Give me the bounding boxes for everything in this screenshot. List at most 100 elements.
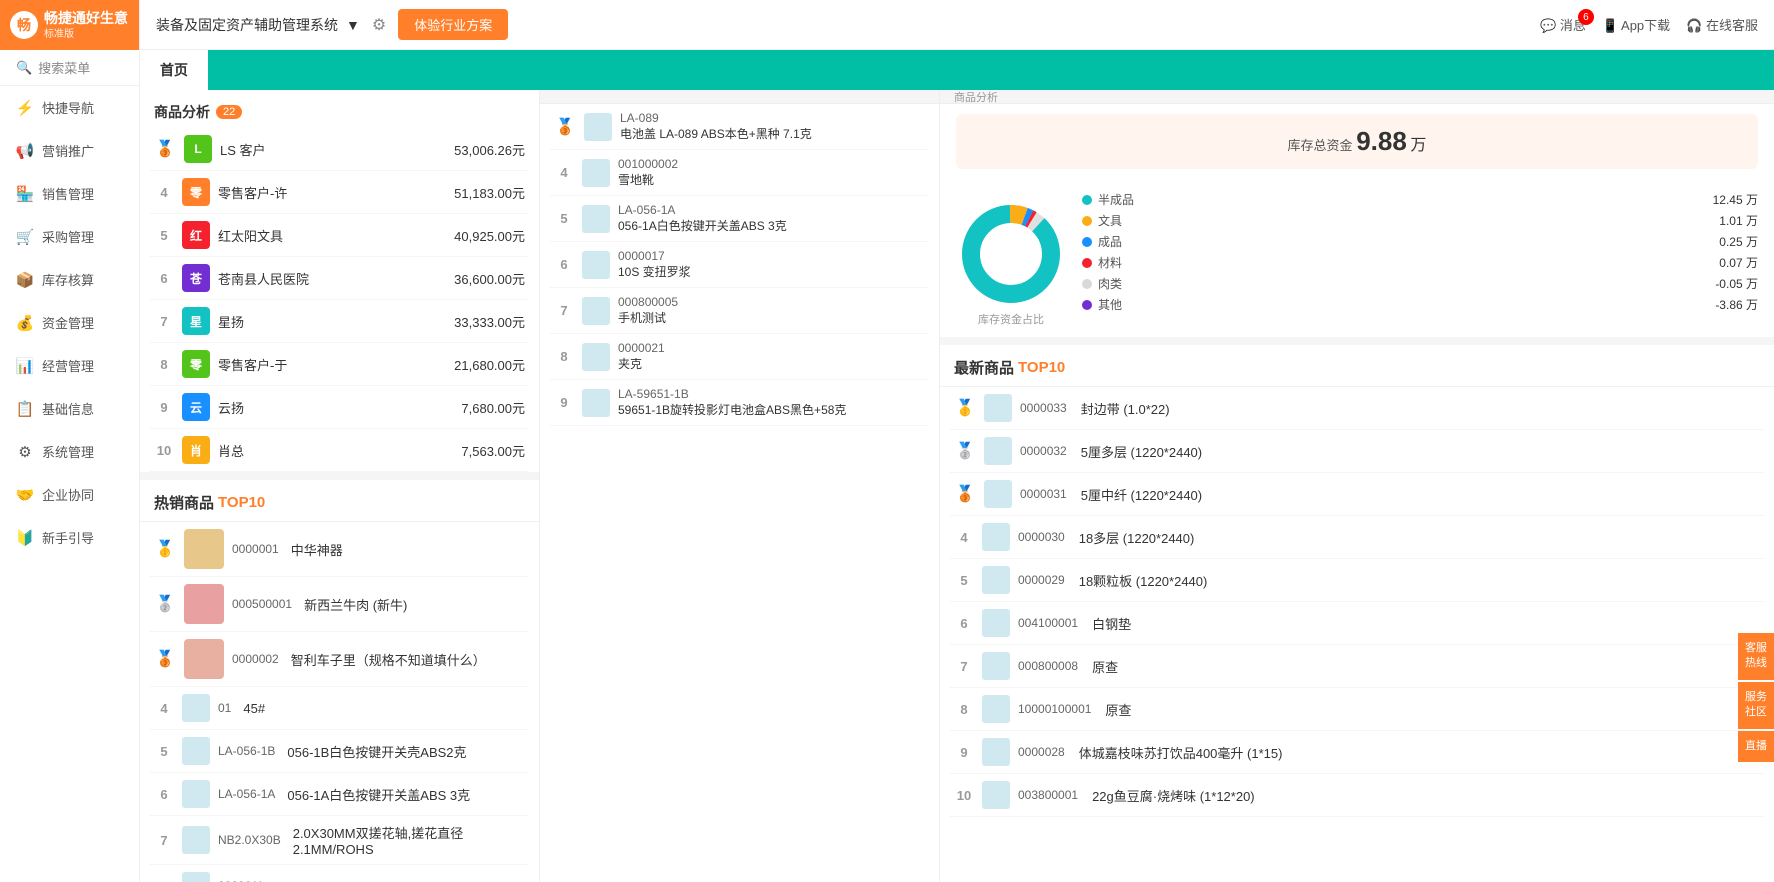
app-download-button[interactable]: 📱 App下载	[1602, 15, 1670, 34]
rank-number: 5	[554, 211, 574, 226]
sidebar-item-finance[interactable]: 💰 资金管理	[0, 301, 139, 344]
sidebar-item-enterprise[interactable]: 🤝 企业协同	[0, 473, 139, 516]
product-thumb	[982, 609, 1010, 637]
topbar: 装备及固定资产辅助管理系统 ▼ ⚙ 体验行业方案 💬 消息 6 📱 App下载 …	[140, 0, 1774, 50]
rank-number: 7	[554, 303, 574, 318]
sidebar-item-label: 企业协同	[42, 485, 94, 504]
goods-rank-panel: 🥉 LA-089 电池盖 LA-089 ABS本色+黑种 7.1克 4	[540, 90, 940, 882]
hot-item: 🥉 0000002 智利车子里（规格不知道填什么）	[150, 632, 529, 687]
bronze-medal-icon: 🥉	[154, 649, 176, 669]
rank-amount: 36,600.00元	[454, 269, 525, 288]
sidebar-item-marketing[interactable]: 📢 营销推广	[0, 129, 139, 172]
product-thumb	[582, 297, 610, 325]
hot-item: 🥈 000500001 新西兰牛肉 (新牛)	[150, 577, 529, 632]
sidebar-item-inventory[interactable]: 📦 库存核算	[0, 258, 139, 301]
sidebar-item-operations[interactable]: 📊 经营管理	[0, 344, 139, 387]
newest-item: 🥈 0000032 5厘多层 (1220*2440)	[950, 430, 1764, 473]
rank-item: 🥉 L LS 客户 53,006.26元	[150, 128, 529, 171]
legend-val: 12.45 万	[1713, 191, 1758, 208]
top10-badge: TOP10	[218, 494, 265, 511]
rank-avatar: L	[184, 135, 212, 163]
sidebar-item-system[interactable]: ⚙ 系统管理	[0, 430, 139, 473]
product-code: LA-056-1A	[218, 787, 275, 801]
legend-item: 肉类 -0.05 万	[1082, 275, 1758, 292]
three-col-layout: 商品分析 22 🥉 L LS 客户 53,006.26元	[140, 90, 1774, 882]
search-label: 搜索菜单	[38, 58, 90, 77]
product-code: 003800001	[1018, 788, 1078, 802]
messages-button[interactable]: 💬 消息 6	[1540, 15, 1586, 34]
legend-dot	[1082, 258, 1092, 268]
bronze-medal-icon: 🥉	[554, 117, 576, 137]
hot-products-list: 🥇 0000001 中华神器 🥈 000500001 新西兰牛肉 (新牛)	[140, 522, 539, 882]
quick-icon: ⚡	[16, 99, 34, 117]
logo-sub: 标准版	[44, 28, 128, 41]
system-selector[interactable]: 装备及固定资产辅助管理系统 ▼	[156, 15, 360, 35]
product-code: LA-056-1B	[218, 744, 275, 758]
hot-item: 4 01 45#	[150, 687, 529, 730]
rank-amount: 33,333.00元	[454, 312, 525, 331]
product-thumb	[582, 389, 610, 417]
float-buttons: 客服热线 服务社区 直播	[1738, 633, 1774, 762]
rank-amount: 7,680.00元	[461, 398, 525, 417]
newest-products-list: 🥇 0000033 封边带 (1.0*22) 🥈 0000032 5厘多层 (1…	[940, 387, 1774, 817]
newest-item: 7 000800008 原查	[950, 645, 1764, 688]
service-community-button[interactable]: 服务社区	[1738, 682, 1774, 729]
legend-name: 半成品	[1098, 191, 1707, 208]
rank-avatar: 苍	[182, 264, 210, 292]
product-thumb	[582, 159, 610, 187]
product-code: 0000028	[1018, 745, 1065, 759]
trial-button[interactable]: 体验行业方案	[398, 9, 508, 40]
rank-amount: 21,680.00元	[454, 355, 525, 374]
legend-val: 0.25 万	[1719, 233, 1758, 250]
guide-icon: 🔰	[16, 529, 34, 547]
rank-name: LS 客户	[220, 140, 446, 159]
hot-item: 8 0000011 12070519-xs	[150, 865, 529, 882]
rank-number: 7	[954, 659, 974, 674]
rank-avatar: 零	[182, 350, 210, 378]
product-thumb	[982, 523, 1010, 551]
service-button[interactable]: 🎧 在线客服	[1686, 15, 1758, 34]
gear-icon[interactable]: ⚙	[372, 15, 386, 35]
legend-name: 其他	[1098, 296, 1709, 313]
search-icon: 🔍	[16, 60, 32, 76]
sidebar-item-quick[interactable]: ⚡ 快捷导航	[0, 86, 139, 129]
rank-number: 10	[954, 788, 974, 803]
phone-icon: 📱	[1602, 18, 1618, 33]
sidebar-logo: 畅 畅捷通好生意 标准版	[0, 0, 139, 50]
goods-item: 7 000800005 手机测试	[550, 288, 929, 334]
donut-chart: 库存资金占比	[956, 199, 1066, 309]
sidebar-item-label: 销售管理	[42, 184, 94, 203]
tab-home[interactable]: 首页	[140, 50, 208, 90]
bronze-medal-icon: 🥉	[954, 484, 976, 504]
product-code: 0000031	[1020, 487, 1067, 501]
product-code: 0000032	[1020, 444, 1067, 458]
goods-item: 4 001000002 雪地靴	[550, 150, 929, 196]
rank-number: 8	[554, 349, 574, 364]
live-stream-button[interactable]: 直播	[1738, 731, 1774, 762]
silver-medal-icon: 🥈	[154, 594, 176, 614]
gold-medal-icon: 🥇	[954, 398, 976, 418]
sidebar-item-purchase[interactable]: 🛒 采购管理	[0, 215, 139, 258]
sidebar-item-guide[interactable]: 🔰 新手引导	[0, 516, 139, 559]
product-thumb	[582, 251, 610, 279]
legend-val: -3.86 万	[1715, 296, 1758, 313]
product-name: 2.0X30MM双搓花轴,搓花直径2.1MM/ROHS	[293, 823, 525, 857]
headset-icon: 🎧	[1686, 18, 1702, 33]
product-thumb	[584, 113, 612, 141]
product-thumb	[984, 480, 1012, 508]
rank-name: 零售客户-许	[218, 183, 446, 202]
sidebar-item-basic[interactable]: 📋 基础信息	[0, 387, 139, 430]
sidebar-item-sales[interactable]: 🏪 销售管理	[0, 172, 139, 215]
product-name: 智利车子里（规格不知道填什么）	[291, 650, 525, 669]
product-code: 0000030	[1018, 530, 1065, 544]
message-badge: 6	[1578, 9, 1594, 25]
newest-item: 🥇 0000033 封边带 (1.0*22)	[950, 387, 1764, 430]
rank-number: 5	[154, 744, 174, 759]
goods-item: 🥉 LA-089 电池盖 LA-089 ABS本色+黑种 7.1克	[550, 104, 929, 150]
sidebar-item-label: 资金管理	[42, 313, 94, 332]
customer-service-button[interactable]: 客服热线	[1738, 633, 1774, 680]
sidebar: 畅 畅捷通好生意 标准版 🔍 搜索菜单 ⚡ 快捷导航 📢 营销推广 🏪 销售管理…	[0, 0, 140, 882]
enterprise-icon: 🤝	[16, 486, 34, 504]
rank-number: 9	[954, 745, 974, 760]
sidebar-search[interactable]: 🔍 搜索菜单	[0, 50, 139, 86]
